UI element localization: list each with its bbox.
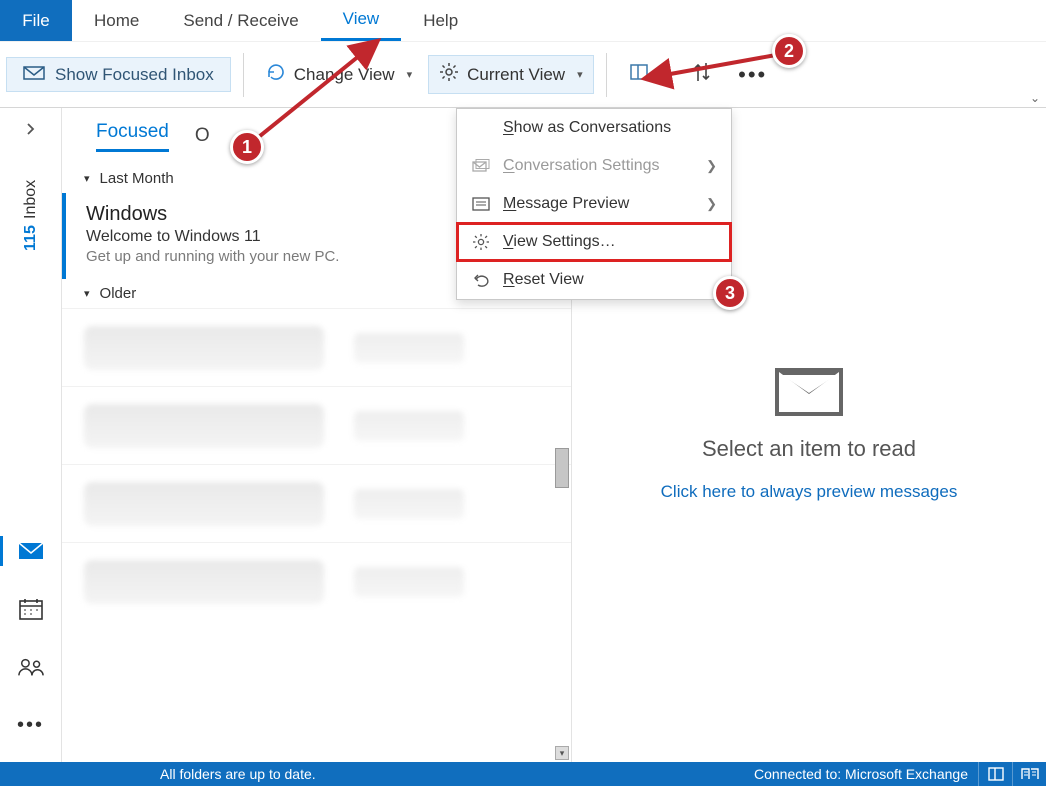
status-bar: All folders are up to date. Connected to…	[0, 762, 1046, 786]
menu-home[interactable]: Home	[72, 0, 161, 41]
always-preview-link[interactable]: Click here to always preview messages	[661, 482, 958, 502]
more-button[interactable]: •••	[728, 56, 777, 94]
dd-conversation-settings-label: Conversation Settings	[503, 157, 660, 175]
envelope-icon	[775, 368, 843, 416]
current-view-label: Current View	[467, 65, 565, 85]
menu-file[interactable]: File	[0, 0, 72, 41]
menu-bar: File Home Send / Receive View Help	[0, 0, 1046, 42]
rail-inbox-count: 115	[22, 225, 40, 251]
status-connected: Connected to: Microsoft Exchange	[754, 766, 968, 782]
undo-icon	[471, 272, 491, 288]
show-focused-inbox-button[interactable]: Show Focused Inbox	[6, 57, 231, 92]
gear-icon	[471, 233, 491, 251]
scrollbar-thumb[interactable]	[555, 448, 569, 488]
preview-icon	[471, 197, 491, 211]
tab-focused[interactable]: Focused	[96, 121, 169, 152]
ribbon-expand-icon[interactable]: ⌄	[1030, 91, 1040, 105]
message-item-blurred[interactable]	[62, 386, 571, 464]
layout-button[interactable]: ▾	[619, 56, 677, 93]
dd-message-preview[interactable]: Message Preview ❯	[457, 185, 731, 223]
ribbon: Show Focused Inbox Change View ▾ Current…	[0, 42, 1046, 108]
tab-other[interactable]: O	[195, 125, 210, 147]
status-view-reading-icon[interactable]	[1012, 762, 1046, 786]
dd-message-preview-label: Message Preview	[503, 195, 629, 213]
change-view-button[interactable]: Change View ▾	[256, 56, 422, 93]
refresh-icon	[266, 62, 286, 87]
message-item-blurred[interactable]	[62, 542, 571, 620]
people-icon[interactable]	[18, 654, 44, 680]
reading-placeholder: Select an item to read	[702, 436, 916, 462]
layout-icon	[629, 62, 649, 87]
menu-view[interactable]: View	[321, 0, 402, 41]
nav-rail: 115 Inbox •••	[0, 108, 62, 762]
rail-inbox-label: Inbox	[22, 180, 40, 219]
chevron-down-icon: ▾	[577, 68, 583, 81]
dd-reset-view-label: Reset View	[503, 271, 584, 289]
dd-show-conversations-label: Show as Conversations	[503, 119, 671, 137]
dd-view-settings-label: View Settings…	[503, 233, 616, 251]
dd-view-settings[interactable]: View Settings…	[457, 223, 731, 261]
chevron-right-icon: ❯	[706, 196, 717, 212]
message-item-blurred[interactable]	[62, 308, 571, 386]
conversation-icon	[471, 159, 491, 173]
group-older-label: Older	[100, 285, 137, 302]
more-nav-icon[interactable]: •••	[18, 712, 44, 738]
current-view-dropdown: Show as Conversations Conversation Setti…	[456, 108, 732, 300]
show-focused-inbox-label: Show Focused Inbox	[55, 65, 214, 85]
menu-help[interactable]: Help	[401, 0, 480, 41]
inbox-open-icon	[23, 64, 45, 85]
scrollbar-down[interactable]: ▾	[555, 746, 569, 760]
chevron-down-icon: ▾	[661, 68, 667, 81]
chevron-down-icon: ▾	[84, 287, 90, 300]
status-view-normal-icon[interactable]	[978, 762, 1012, 786]
dd-show-conversations[interactable]: Show as Conversations	[457, 109, 731, 147]
chevron-down-icon: ▾	[407, 68, 413, 81]
rail-inbox[interactable]: 115 Inbox	[22, 180, 40, 251]
status-folders: All folders are up to date.	[160, 766, 316, 782]
change-view-label: Change View	[294, 65, 395, 85]
ellipsis-icon: •••	[738, 62, 767, 88]
gear-icon	[439, 62, 459, 87]
message-item-blurred[interactable]	[62, 464, 571, 542]
ribbon-separator	[243, 53, 244, 97]
calendar-icon[interactable]	[18, 596, 44, 622]
mail-icon[interactable]	[18, 538, 44, 564]
rail-expand-button[interactable]	[0, 108, 61, 150]
current-view-button[interactable]: Current View ▾	[428, 55, 593, 94]
chevron-down-icon: ▾	[84, 172, 90, 185]
sort-arrows-icon	[692, 61, 712, 88]
sort-button[interactable]	[682, 55, 722, 94]
group-last-month-label: Last Month	[100, 170, 174, 187]
menu-send-receive[interactable]: Send / Receive	[161, 0, 320, 41]
chevron-right-icon: ❯	[706, 158, 717, 174]
ribbon-separator	[606, 53, 607, 97]
dd-reset-view[interactable]: Reset View	[457, 261, 731, 299]
dd-conversation-settings: Conversation Settings ❯	[457, 147, 731, 185]
